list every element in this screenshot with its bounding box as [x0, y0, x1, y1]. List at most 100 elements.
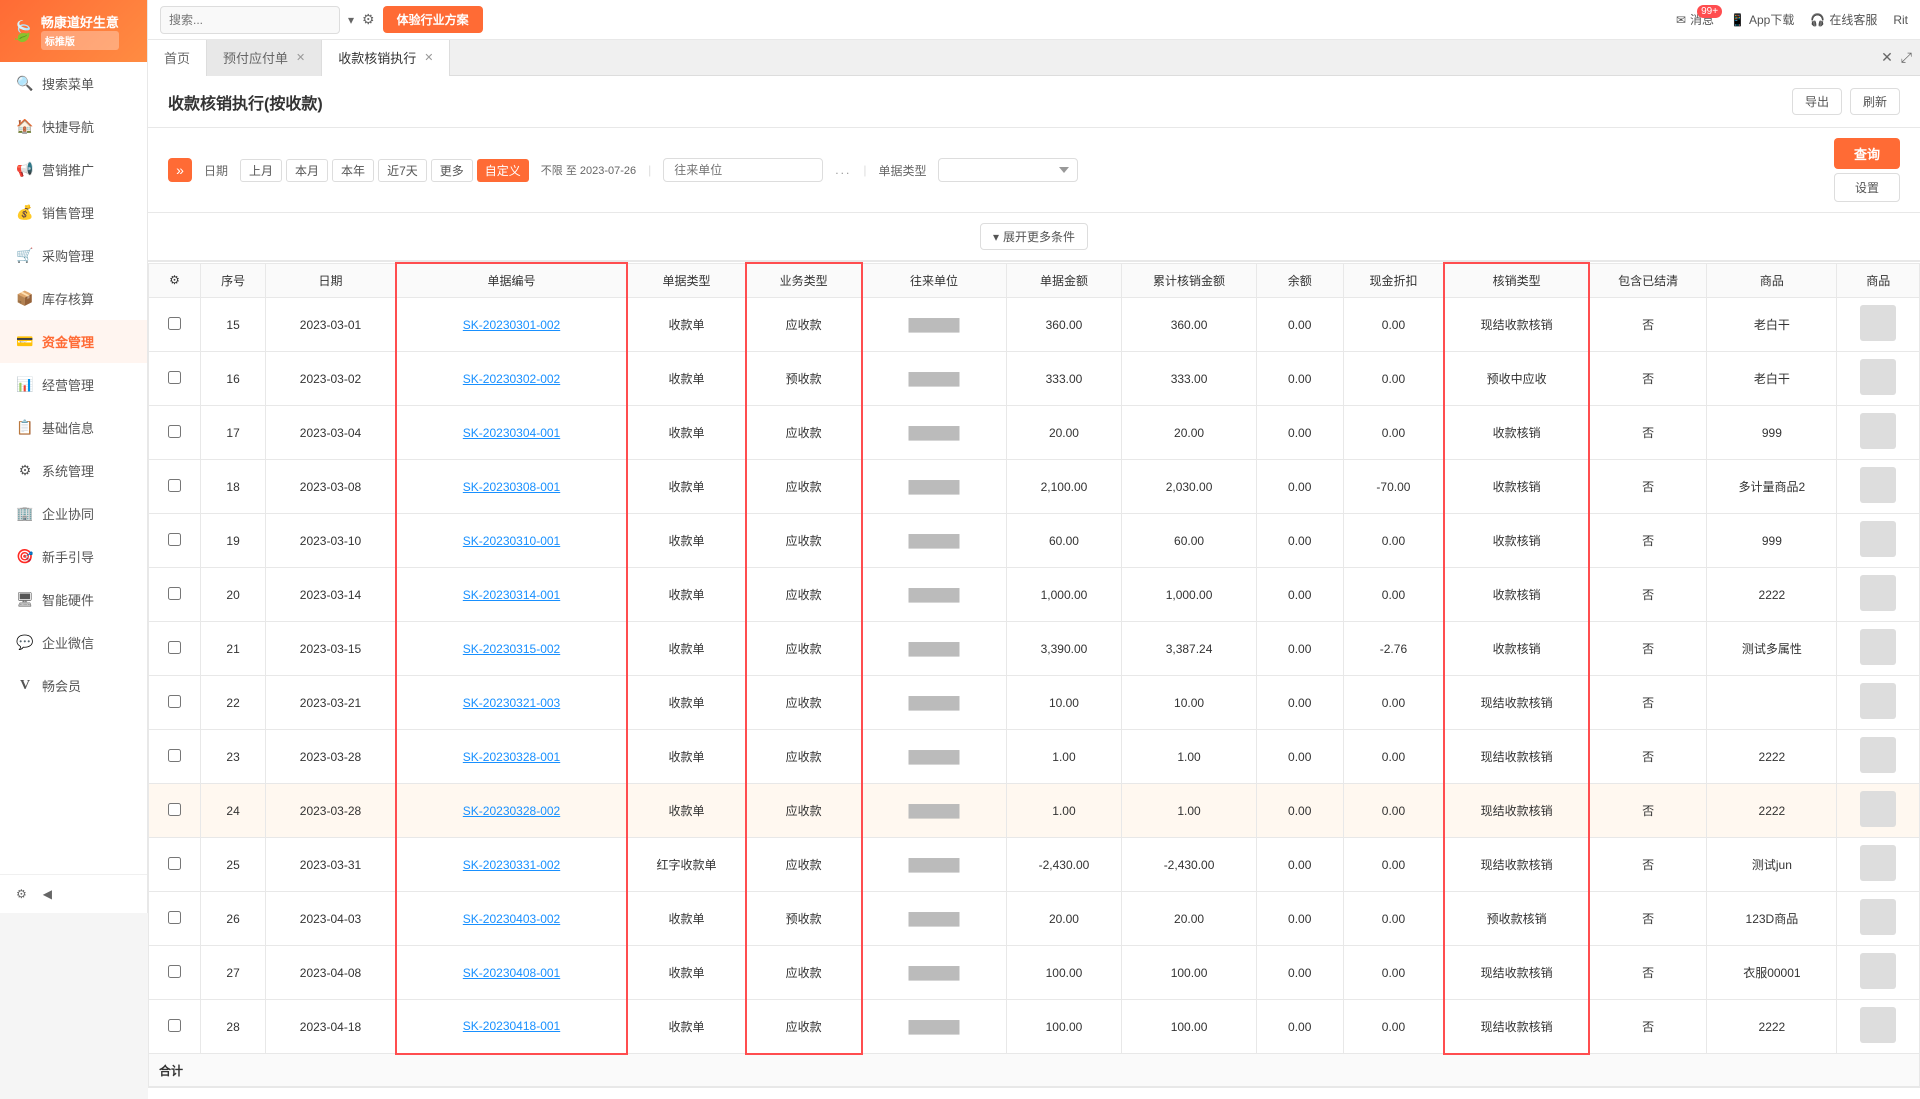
date-btn-7days[interactable]: 近7天 [378, 159, 427, 182]
sidebar-item-label: 企业微信 [42, 633, 94, 652]
doc-type-select[interactable] [938, 158, 1078, 182]
tab-collection[interactable]: 收款核销执行 ✕ [322, 40, 450, 76]
sidebar-item-search[interactable]: 🔍 搜索菜单 [0, 62, 147, 105]
cell-checkbox[interactable] [149, 514, 201, 568]
cell-checkbox[interactable] [149, 406, 201, 460]
doc-no-link[interactable]: SK-20230408-001 [463, 966, 560, 980]
member-icon: V [16, 678, 34, 694]
doc-no-link[interactable]: SK-20230304-001 [463, 426, 560, 440]
cell-checkbox[interactable] [149, 1000, 201, 1054]
cell-amount: 1.00 [1006, 784, 1122, 838]
doc-no-link[interactable]: SK-20230308-001 [463, 480, 560, 494]
export-btn[interactable]: 导出 [1792, 88, 1842, 115]
doc-no-link[interactable]: SK-20230321-003 [463, 696, 560, 710]
sidebar-item-label: 采购管理 [42, 246, 94, 265]
cell-checkbox[interactable] [149, 784, 201, 838]
cell-goods-img [1837, 622, 1920, 676]
cell-include-settled: 否 [1589, 622, 1707, 676]
sidebar-item-quick-nav[interactable]: 🏠 快捷导航 [0, 105, 147, 148]
topbar-search-input[interactable] [160, 6, 340, 34]
headset-icon: 🎧 [1810, 13, 1825, 27]
settings-btn[interactable]: 设置 [1834, 173, 1900, 202]
sidebar-item-wechat[interactable]: 💬 企业微信 [0, 621, 147, 664]
online-service-btn[interactable]: 🎧 在线客服 [1810, 11, 1877, 28]
cell-checkbox[interactable] [149, 622, 201, 676]
sidebar-item-inventory[interactable]: 📦 库存核算 [0, 277, 147, 320]
doc-no-link[interactable]: SK-20230418-001 [463, 1019, 560, 1033]
doc-no-link[interactable]: SK-20230310-001 [463, 534, 560, 548]
doc-no-link[interactable]: SK-20230315-002 [463, 642, 560, 656]
cell-cancel-type: 现结收款核销 [1444, 298, 1589, 352]
doc-no-link[interactable]: SK-20230403-002 [463, 912, 560, 926]
cell-checkbox[interactable] [149, 676, 201, 730]
settings-footer-icon[interactable]: ⚙ [16, 887, 27, 901]
date-btn-last-month[interactable]: 上月 [240, 159, 282, 182]
refresh-btn[interactable]: 刷新 [1850, 88, 1900, 115]
sidebar-item-member[interactable]: V 畅会员 [0, 664, 147, 707]
date-btn-this-year[interactable]: 本年 [332, 159, 374, 182]
doc-no-link[interactable]: SK-20230302-002 [463, 372, 560, 386]
tab-collection-close[interactable]: ✕ [424, 51, 433, 64]
cell-cancel-type: 收款核销 [1444, 514, 1589, 568]
doc-no-link[interactable]: SK-20230331-002 [463, 858, 560, 872]
notification-area[interactable]: ✉ 消息 99+ [1676, 11, 1714, 28]
dropdown-arrow[interactable]: ▾ [348, 13, 354, 27]
industry-btn[interactable]: 体验行业方案 [383, 6, 483, 33]
unit-dots[interactable]: ... [835, 163, 851, 177]
maximize-icon[interactable]: ⤢ [1901, 49, 1912, 66]
cell-checkbox[interactable] [149, 946, 201, 1000]
cell-balance: 0.00 [1256, 298, 1343, 352]
cell-doc-type: 收款单 [627, 298, 746, 352]
cell-checkbox[interactable] [149, 730, 201, 784]
cell-checkbox[interactable] [149, 352, 201, 406]
data-table: ⚙ 序号 日期 单据编号 单据类型 业务类型 往来单位 单据金额 累计核销金额 … [148, 262, 1920, 1087]
date-btn-this-month[interactable]: 本月 [286, 159, 328, 182]
doc-no-link[interactable]: SK-20230328-001 [463, 750, 560, 764]
cell-include-settled: 否 [1589, 892, 1707, 946]
scroll-area[interactable] [148, 1087, 1920, 1099]
tab-prepay-close[interactable]: ✕ [296, 51, 305, 64]
sidebar-item-sales[interactable]: 💰 销售管理 [0, 191, 147, 234]
sidebar-item-purchase[interactable]: 🛒 采购管理 [0, 234, 147, 277]
cell-goods [1707, 676, 1837, 730]
sidebar-item-marketing[interactable]: 📢 营销推广 [0, 148, 147, 191]
app-download-btn[interactable]: 📱 App下载 [1730, 11, 1794, 28]
sidebar-item-basic[interactable]: 📋 基础信息 [0, 406, 147, 449]
sidebar-item-system[interactable]: ⚙ 系统管理 [0, 449, 147, 492]
unit-filter-input[interactable] [663, 158, 823, 182]
app-version: 标推版 [41, 31, 119, 50]
query-btn[interactable]: 查询 [1834, 138, 1900, 169]
cell-checkbox[interactable] [149, 892, 201, 946]
cell-unit: ██████ [862, 406, 1007, 460]
doc-no-link[interactable]: SK-20230328-002 [463, 804, 560, 818]
sidebar-item-enterprise[interactable]: 🏢 企业协同 [0, 492, 147, 535]
close-all-icon[interactable]: ✕ [1881, 49, 1893, 66]
sidebar-item-operations[interactable]: 📊 经营管理 [0, 363, 147, 406]
date-btn-more[interactable]: 更多 [431, 159, 473, 182]
cell-cancel-amount: 100.00 [1122, 1000, 1257, 1054]
user-avatar[interactable]: Rit [1893, 13, 1908, 27]
filter-toggle-btn[interactable]: » [168, 158, 192, 182]
collapse-icon[interactable]: ◀ [43, 887, 52, 901]
cell-checkbox[interactable] [149, 460, 201, 514]
sidebar-item-hardware[interactable]: 🖥 智能硬件 [0, 578, 147, 621]
cell-checkbox[interactable] [149, 298, 201, 352]
cell-discount: 0.00 [1343, 892, 1444, 946]
cell-goods-img [1837, 676, 1920, 730]
th-gear[interactable]: ⚙ [149, 263, 201, 298]
doc-no-link[interactable]: SK-20230314-001 [463, 588, 560, 602]
tab-prepay[interactable]: 预付应付单 ✕ [207, 40, 322, 76]
table-container: ⚙ 序号 日期 单据编号 单据类型 业务类型 往来单位 单据金额 累计核销金额 … [148, 262, 1920, 1087]
tab-home[interactable]: 首页 [148, 40, 207, 76]
cell-biz-type: 应收款 [746, 1000, 862, 1054]
cell-checkbox[interactable] [149, 838, 201, 892]
sidebar-item-guide[interactable]: 🎯 新手引导 [0, 535, 147, 578]
sidebar-item-finance[interactable]: 💳 资金管理 [0, 320, 147, 363]
expand-conditions-btn[interactable]: ▾ 展开更多条件 [980, 223, 1088, 250]
doc-no-link[interactable]: SK-20230301-002 [463, 318, 560, 332]
date-custom-btn[interactable]: 自定义 [477, 159, 529, 182]
settings-icon[interactable]: ⚙ [362, 11, 375, 28]
cell-doc-type: 收款单 [627, 784, 746, 838]
cell-checkbox[interactable] [149, 568, 201, 622]
page-actions: 导出 刷新 [1792, 88, 1900, 115]
